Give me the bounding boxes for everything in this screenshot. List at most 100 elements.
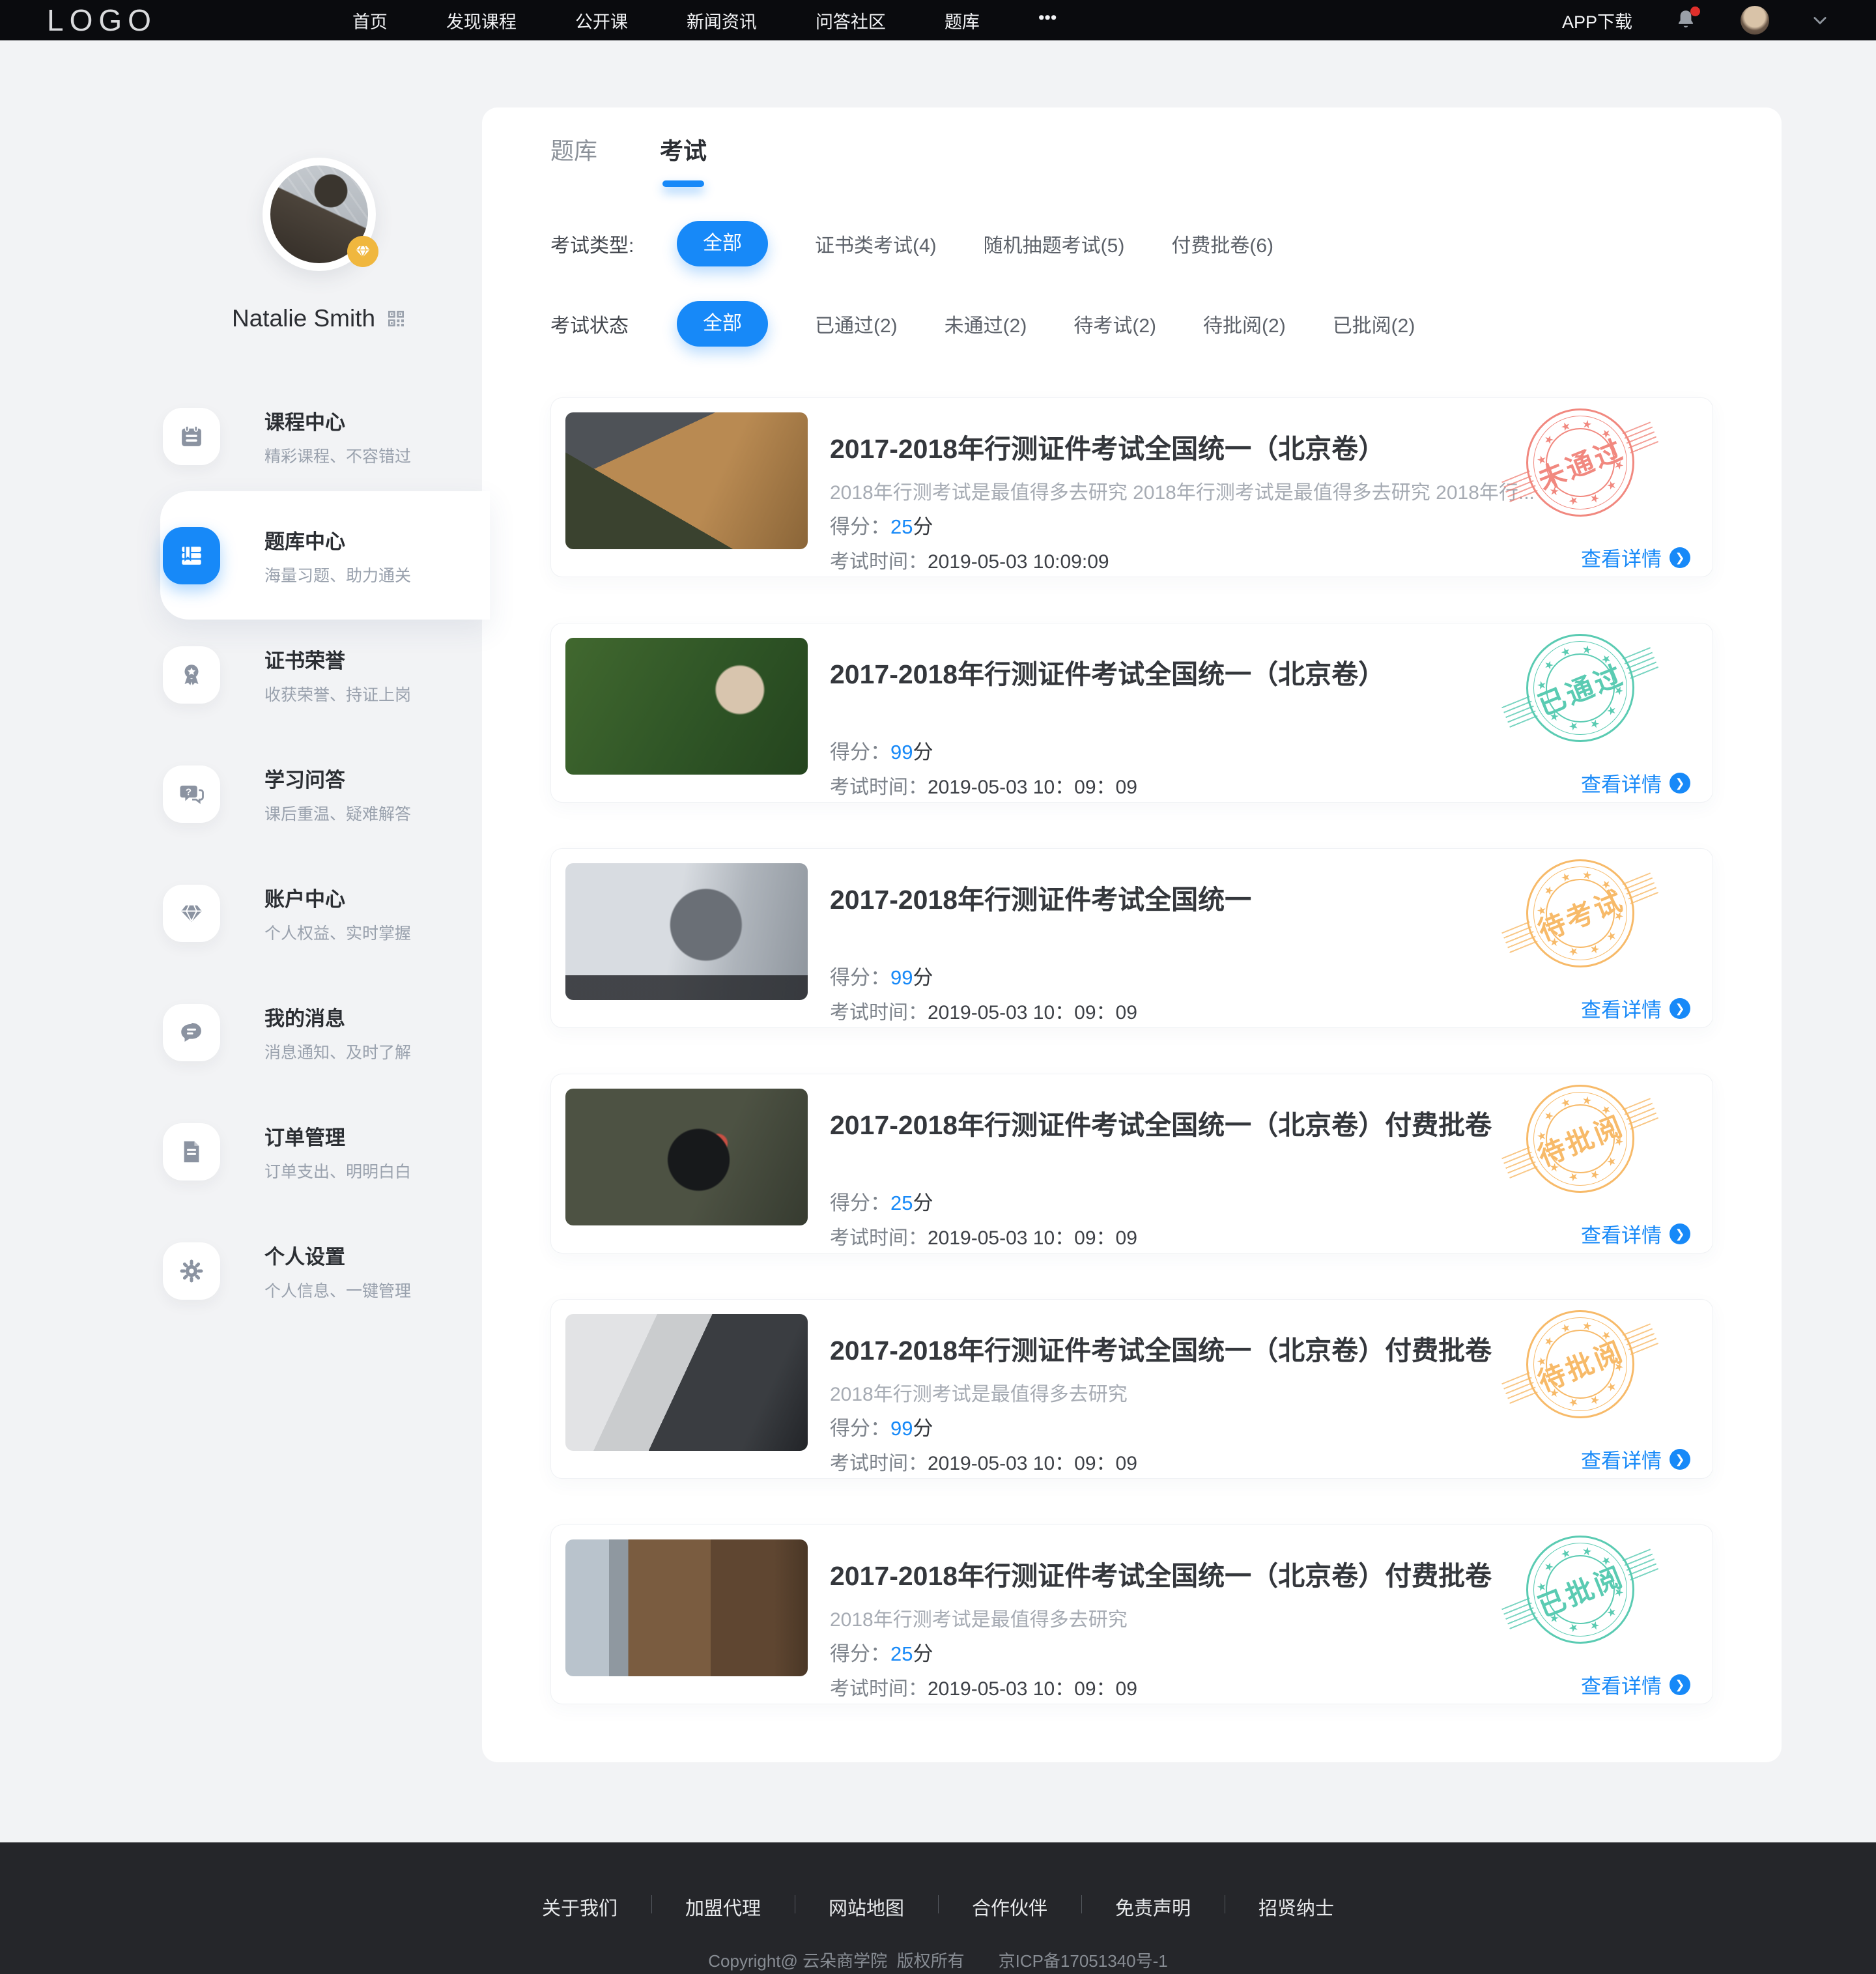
sidebar-item-subtitle: 个人权益、实时掌握 <box>264 924 412 943</box>
filter-option-1-3[interactable]: 待考试(2) <box>1073 309 1156 338</box>
sidebar-item-course-center[interactable]: 课程中心 精彩课程、不容错过 <box>0 377 482 496</box>
status-stamp: 待批阅 ★ ★ ★ ★ ★ ★ ★ ★ ★ ★ <box>1501 1066 1659 1210</box>
status-stamp: 待考试 ★ ★ ★ ★ ★ ★ ★ ★ ★ ★ <box>1501 841 1659 985</box>
arrow-right-icon: ❯ <box>1670 997 1690 1019</box>
footer-link-5[interactable]: 招贤纳士 <box>1225 1893 1368 1921</box>
qr-code-icon[interactable] <box>386 308 406 329</box>
nav-item-4[interactable]: 问答社区 <box>816 8 886 33</box>
view-detail-link[interactable]: 查看详情 ❯ <box>1581 768 1690 797</box>
exam-card-0: 2017-2018年行测证件考试全国统一（北京卷） 2018年行测考试是最值得多… <box>550 397 1713 577</box>
exam-time: 考试时间：2019-05-03 10:09:09 <box>830 551 1109 573</box>
exam-thumbnail <box>565 1539 808 1676</box>
user-avatar[interactable] <box>1741 6 1769 35</box>
exam-card-3: 2017-2018年行测证件考试全国统一（北京卷）付费批卷 得分：25分 考试时… <box>550 1074 1713 1253</box>
filter-option-0-1[interactable]: 证书类考试(4) <box>815 229 937 258</box>
exam-title: 2017-2018年行测证件考试全国统一（北京卷）付费批卷 <box>830 1561 1492 1591</box>
books-icon <box>163 526 220 584</box>
nav-item-1[interactable]: 发现课程 <box>446 8 517 33</box>
exam-description: 2018年行测考试是最值得多去研究 <box>830 1384 1128 1405</box>
sidebar-item-study-qa[interactable]: ? 学习问答 课后重温、疑难解答 <box>0 734 482 853</box>
filter-label: 考试类型: <box>550 235 634 257</box>
view-detail-link[interactable]: 查看详情 ❯ <box>1581 1219 1690 1248</box>
exam-time: 考试时间：2019-05-03 10：09：09 <box>830 1678 1137 1700</box>
arrow-right-icon: ❯ <box>1670 547 1690 568</box>
nav-item-6[interactable]: ••• <box>1038 8 1057 33</box>
exam-time: 考试时间：2019-05-03 10：09：09 <box>830 1227 1137 1249</box>
sidebar-item-subtitle: 收获荣誉、持证上岗 <box>264 685 412 704</box>
sidebar-item-question-bank[interactable]: 题库中心 海量习题、助力通关 <box>0 491 490 620</box>
filter-area: 考试类型: 全部 证书类考试(4) 随机抽题考试(5) 付费批卷(6) 考试状态 全部… <box>550 221 1782 347</box>
status-stamp: 未通过 ★ ★ ★ ★ ★ ★ ★ ★ ★ ★ <box>1501 390 1659 534</box>
chevron-down-icon[interactable] <box>1811 11 1829 29</box>
filter-option-0-0[interactable]: 全部 <box>677 221 768 266</box>
footer: 关于我们 加盟代理 网站地图 合作伙伴 免责声明 招贤纳士 Copyright@ 云朵商学… <box>0 1842 1876 1974</box>
profile-block: Natalie Smith <box>78 158 560 332</box>
nav-item-0[interactable]: 首页 <box>352 8 388 33</box>
sidebar-item-subtitle: 个人信息、一键管理 <box>264 1281 412 1300</box>
nav-item-2[interactable]: 公开课 <box>575 8 628 33</box>
exam-thumbnail <box>565 1314 808 1451</box>
exam-card-5: 2017-2018年行测证件考试全国统一（北京卷）付费批卷 2018年行测考试是… <box>550 1524 1713 1704</box>
exam-score: 得分：99分 <box>830 1417 933 1440</box>
exam-title: 2017-2018年行测证件考试全国统一（北京卷） <box>830 434 1386 464</box>
status-stamp: 已通过 ★ ★ ★ ★ ★ ★ ★ ★ ★ ★ <box>1501 616 1659 760</box>
filter-option-1-5[interactable]: 已批阅(2) <box>1333 309 1415 338</box>
medal-icon <box>163 646 220 704</box>
nav-right: APP下载 <box>1562 6 1829 35</box>
gear-icon <box>163 1242 220 1300</box>
sidebar-item-account[interactable]: 账户中心 个人权益、实时掌握 <box>0 853 482 973</box>
sidebar: Natalie Smith 课程中心 精彩课程、不容错过 题库中心 海量习题、助… <box>0 40 490 1842</box>
filter-label: 考试状态 <box>550 315 629 337</box>
exam-time: 考试时间：2019-05-03 10：09：09 <box>830 1002 1137 1023</box>
view-detail-link[interactable]: 查看详情 ❯ <box>1581 1670 1690 1699</box>
arrow-right-icon: ❯ <box>1670 1448 1690 1470</box>
sidebar-item-title: 课程中心 <box>264 410 345 434</box>
sidebar-item-title: 订单管理 <box>264 1126 345 1149</box>
sidebar-item-subtitle: 课后重温、疑难解答 <box>264 805 412 823</box>
sidebar-item-title: 题库中心 <box>264 530 345 553</box>
filter-option-1-0[interactable]: 全部 <box>677 301 768 347</box>
footer-link-2[interactable]: 网站地图 <box>794 1893 938 1921</box>
arrow-right-icon: ❯ <box>1670 1223 1690 1244</box>
arrow-right-icon: ❯ <box>1670 1674 1690 1695</box>
filter-option-1-1[interactable]: 已通过(2) <box>815 309 898 338</box>
filter-option-1-2[interactable]: 未通过(2) <box>945 309 1027 338</box>
exam-thumbnail <box>565 863 808 1000</box>
exam-description: 2018年行测考试是最值得多去研究 2018年行测考试是最值得多去研究 2018… <box>830 482 1535 504</box>
exam-card-1: 2017-2018年行测证件考试全国统一（北京卷） 得分：99分 考试时间：20… <box>550 623 1713 803</box>
app-download-link[interactable]: APP下载 <box>1562 8 1632 33</box>
footer-link-3[interactable]: 合作伙伴 <box>938 1893 1081 1921</box>
view-detail-link[interactable]: 查看详情 ❯ <box>1581 994 1690 1023</box>
filter-option-0-2[interactable]: 随机抽题考试(5) <box>984 229 1125 258</box>
qa-icon: ? <box>163 765 220 823</box>
sidebar-item-certificates[interactable]: 证书荣誉 收获荣誉、持证上岗 <box>0 615 482 734</box>
exam-score: 得分：99分 <box>830 966 933 989</box>
view-detail-link[interactable]: 查看详情 ❯ <box>1581 1444 1690 1474</box>
filter-row: 考试类型: 全部 证书类考试(4) 随机抽题考试(5) 付费批卷(6) <box>550 221 1782 266</box>
footer-link-1[interactable]: 加盟代理 <box>651 1893 795 1921</box>
main-panel: 题库 考试 考试类型: 全部 证书类考试(4) 随机抽题考试(5) 付费批卷(6) 考… <box>482 107 1782 1762</box>
filter-option-0-3[interactable]: 付费批卷(6) <box>1171 229 1273 258</box>
view-detail-link[interactable]: 查看详情 ❯ <box>1581 543 1690 572</box>
filter-option-1-4[interactable]: 待批阅(2) <box>1203 309 1286 338</box>
footer-link-0[interactable]: 关于我们 <box>508 1893 651 1921</box>
order-icon <box>163 1123 220 1180</box>
filter-row: 考试状态 全部 已通过(2) 未通过(2) 待考试(2) 待批阅(2) 已批阅(2) <box>550 301 1782 347</box>
calendar-icon <box>163 407 220 465</box>
sidebar-item-orders[interactable]: 订单管理 订单支出、明明白白 <box>0 1092 482 1211</box>
tab-1[interactable]: 考试 <box>660 132 707 187</box>
sidebar-item-settings[interactable]: 个人设置 个人信息、一键管理 <box>0 1211 482 1330</box>
page: LOGO 首页 发现课程 公开课 新闻资讯 问答社区 题库 ••• APP下载 Na <box>0 0 1876 1974</box>
status-stamp: 待批阅 ★ ★ ★ ★ ★ ★ ★ ★ ★ ★ <box>1501 1292 1659 1436</box>
exam-thumbnail <box>565 1089 808 1225</box>
exam-score: 得分：25分 <box>830 1192 933 1214</box>
footer-link-4[interactable]: 免责声明 <box>1081 1893 1225 1921</box>
exam-description: 2018年行测考试是最值得多去研究 <box>830 1609 1128 1631</box>
notification-dot <box>1690 7 1700 16</box>
sidebar-item-messages[interactable]: 我的消息 消息通知、及时了解 <box>0 973 482 1092</box>
bell-icon[interactable] <box>1674 7 1700 33</box>
nav-item-5[interactable]: 题库 <box>945 8 980 33</box>
nav-item-3[interactable]: 新闻资讯 <box>687 8 757 33</box>
sidebar-item-title: 我的消息 <box>264 1007 345 1030</box>
sidebar-item-title: 证书荣誉 <box>264 649 345 672</box>
